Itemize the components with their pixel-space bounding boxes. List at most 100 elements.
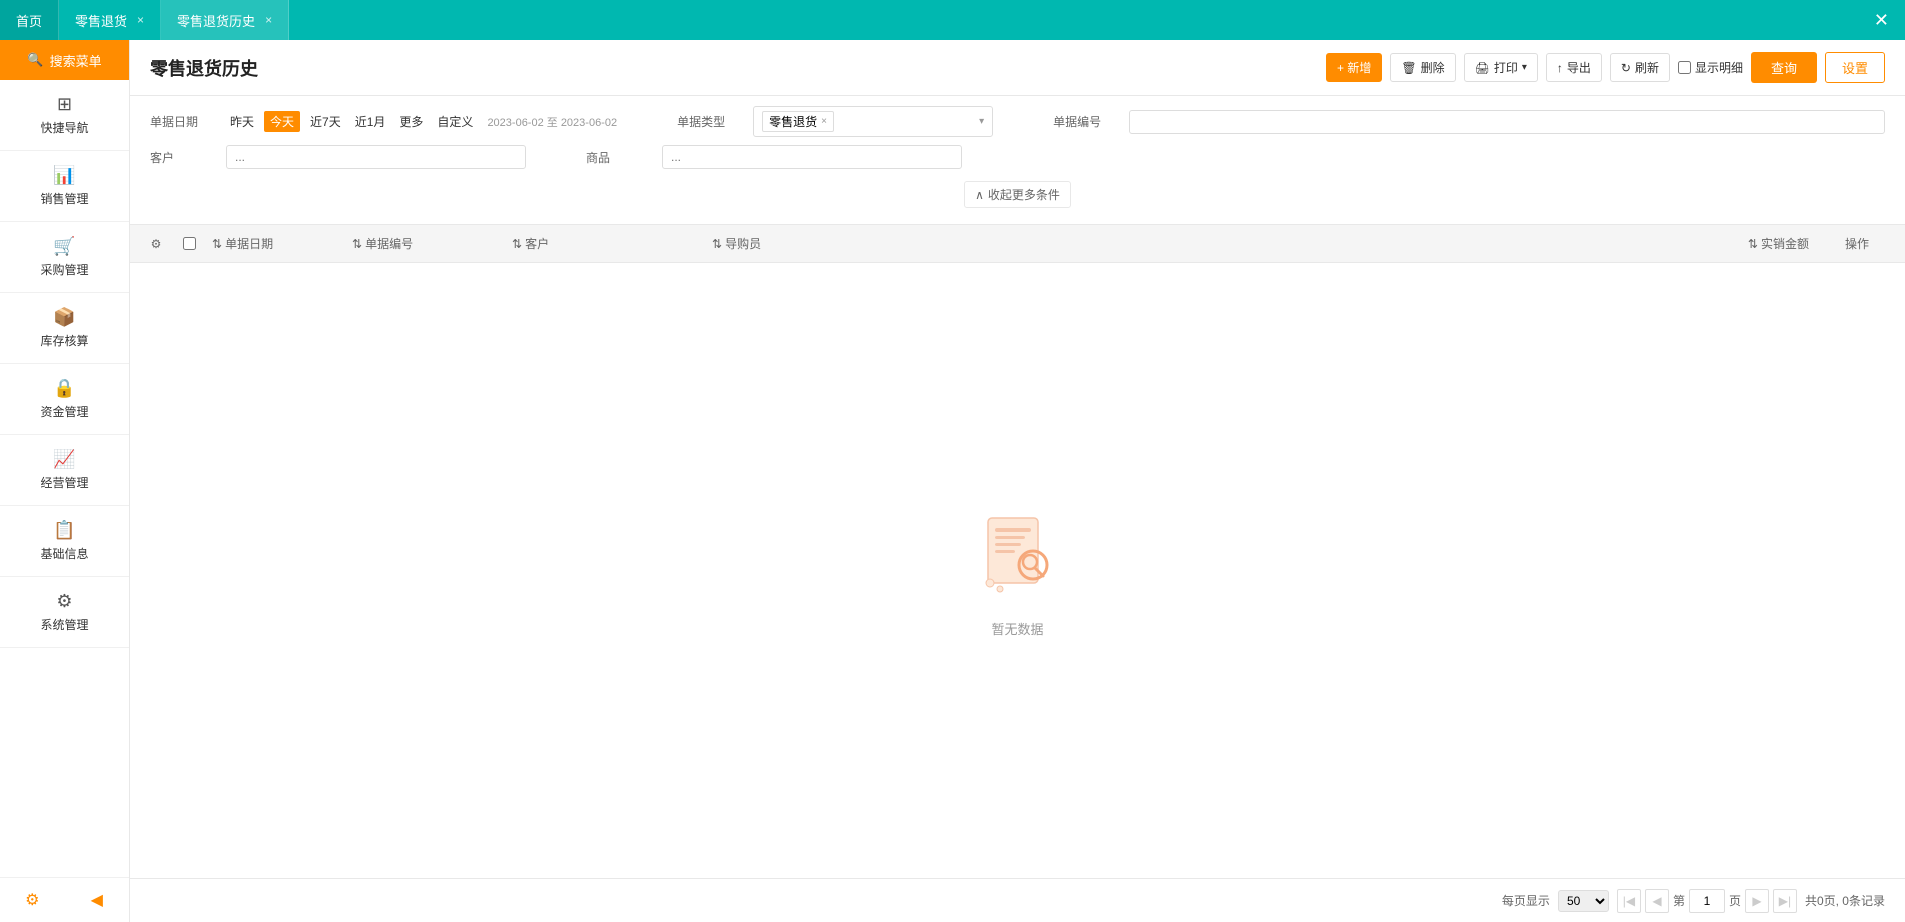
per-page-select[interactable]: 50 10 20 100 <box>1558 890 1609 912</box>
close-window-icon: ✕ <box>1874 10 1889 31</box>
sidebar-item-purchase[interactable]: 🛒 采购管理 <box>0 222 129 293</box>
print-button[interactable]: 🖨 打印 ▾ <box>1464 53 1538 82</box>
date-opt-7days[interactable]: 近7天 <box>306 111 345 132</box>
operation-icon: 📈 <box>53 449 75 470</box>
date-opt-yesterday[interactable]: 昨天 <box>226 111 258 132</box>
sidebar-item-operation-label: 经营管理 <box>40 474 88 491</box>
sidebar-item-sales[interactable]: 📊 销售管理 <box>0 151 129 222</box>
page-header: 零售退货历史 + 新增 🗑 删除 🖨 打印 ▾ ↑ 导出 <box>130 40 1905 96</box>
th-bill-no-sort: ⇅ <box>352 237 362 251</box>
last-page-button[interactable]: ▶| <box>1773 889 1797 913</box>
pagination-bar: 每页显示 50 10 20 100 |◀ ◀ 第 页 ▶ ▶| 共0页, 0条记… <box>130 878 1905 922</box>
page-title: 零售退货历史 <box>150 55 258 81</box>
goods-label: 商品 <box>586 149 642 166</box>
date-opt-1month[interactable]: 近1月 <box>351 111 390 132</box>
collapse-label: 收起更多条件 <box>988 186 1060 203</box>
table-header: ⚙ ⇅ 单据日期 ⇅ 单据编号 ⇅ 客户 ⇅ 导购员 <box>130 225 1905 263</box>
select-all-checkbox[interactable] <box>183 237 196 250</box>
page-number-input[interactable] <box>1689 889 1725 913</box>
sales-icon: 📊 <box>53 165 75 186</box>
sidebar-item-operation[interactable]: 📈 经营管理 <box>0 435 129 506</box>
tab-retail-return-label: 零售退货 <box>75 11 127 30</box>
sidebar-item-inventory-label: 库存核算 <box>40 332 88 349</box>
th-action-text: 操作 <box>1845 235 1869 252</box>
content-area: 零售退货历史 + 新增 🗑 删除 🖨 打印 ▾ ↑ 导出 <box>130 40 1905 922</box>
show-detail-checkbox-label[interactable]: 显示明细 <box>1678 59 1743 76</box>
bill-no-input[interactable] <box>1129 110 1885 134</box>
th-bill-date-label: ⇅ <box>212 237 222 251</box>
goods-input[interactable] <box>662 145 962 169</box>
sidebar-item-basic[interactable]: 📋 基础信息 <box>0 506 129 577</box>
sidebar-item-inventory[interactable]: 📦 库存核算 <box>0 293 129 364</box>
finance-icon: 🔒 <box>53 378 75 399</box>
tab-retail-return[interactable]: 零售退货 × <box>59 0 161 40</box>
tab-retail-return-close[interactable]: × <box>137 13 144 27</box>
date-opt-more[interactable]: 更多 <box>395 111 427 132</box>
first-page-button[interactable]: |◀ <box>1617 889 1641 913</box>
sidebar-item-quick-nav[interactable]: ⊞ 快捷导航 <box>0 80 129 151</box>
table-area: ⚙ ⇅ 单据日期 ⇅ 单据编号 ⇅ 客户 ⇅ 导购员 <box>130 225 1905 922</box>
sidebar-item-finance[interactable]: 🔒 资金管理 <box>0 364 129 435</box>
customer-input[interactable] <box>226 145 526 169</box>
bill-type-tag-close[interactable]: × <box>821 116 827 127</box>
th-guide-sort: ⇅ <box>712 237 722 251</box>
sidebar-search[interactable]: 🔍 搜索菜单 <box>0 40 129 80</box>
delete-button[interactable]: 🗑 删除 <box>1390 53 1455 82</box>
bill-type-select[interactable]: 零售退货 × ▾ <box>753 106 993 137</box>
collapse-button[interactable]: ∧ 收起更多条件 <box>964 181 1071 208</box>
sidebar-item-quick-nav-label: 快捷导航 <box>40 119 88 136</box>
date-opt-custom[interactable]: 自定义 <box>433 111 477 132</box>
sidebar-item-purchase-label: 采购管理 <box>40 261 88 278</box>
th-bill-no[interactable]: ⇅ 单据编号 <box>344 235 504 252</box>
th-checkbox[interactable] <box>174 237 204 250</box>
th-guide[interactable]: ⇅ 导购员 <box>704 235 854 252</box>
filter-area: 单据日期 昨天 今天 近7天 近1月 更多 自定义 2023-06-02 至 2… <box>130 96 1905 225</box>
th-settings[interactable]: ⚙ <box>138 237 174 251</box>
search-icon: 🔍 <box>27 52 43 68</box>
th-customer-text: 客户 <box>525 235 549 252</box>
th-amount[interactable]: ⇅ 实销金额 <box>1697 235 1817 252</box>
bill-date-label: 单据日期 <box>150 113 206 130</box>
new-button[interactable]: + 新增 <box>1326 53 1382 82</box>
sidebar-bottom: ⚙ ◀ <box>0 877 129 922</box>
tab-retail-return-history-close[interactable]: × <box>265 13 272 27</box>
tab-retail-return-history[interactable]: 零售退货历史 × <box>161 0 289 40</box>
th-customer-sort: ⇅ <box>512 237 522 251</box>
purchase-icon: 🛒 <box>53 236 75 257</box>
sidebar-settings-button[interactable]: ⚙ <box>0 878 65 922</box>
per-page-label: 每页显示 <box>1502 892 1550 909</box>
refresh-icon: ↻ <box>1621 61 1631 75</box>
sidebar-item-system[interactable]: ⚙ 系统管理 <box>0 577 129 648</box>
page-suffix: 页 <box>1729 892 1741 909</box>
delete-icon: 🗑 <box>1401 61 1416 75</box>
th-action: 操作 <box>1817 235 1897 252</box>
basic-icon: 📋 <box>53 520 75 541</box>
sidebar: 🔍 搜索菜单 ⊞ 快捷导航 📊 销售管理 🛒 采购管理 📦 库存核算 🔒 资金管… <box>0 40 130 922</box>
setting-button[interactable]: 设置 <box>1825 52 1885 83</box>
tab-home[interactable]: 首页 <box>0 0 59 40</box>
empty-icon <box>968 503 1068 603</box>
filter-row-2: 客户 商品 <box>150 145 1885 169</box>
page-title-row: 零售退货历史 + 新增 🗑 删除 🖨 打印 ▾ ↑ 导出 <box>150 52 1885 83</box>
th-bill-date[interactable]: ⇅ 单据日期 <box>204 235 344 252</box>
inventory-icon: 📦 <box>53 307 75 328</box>
sidebar-collapse-button[interactable]: ◀ <box>65 878 130 922</box>
close-window-button[interactable]: ✕ <box>1858 0 1905 40</box>
bill-type-label: 单据类型 <box>677 113 733 130</box>
refresh-button[interactable]: ↻ 刷新 <box>1610 53 1670 82</box>
query-button[interactable]: 查询 <box>1751 52 1817 83</box>
show-detail-checkbox[interactable] <box>1678 61 1691 74</box>
customer-label: 客户 <box>150 149 206 166</box>
print-dropdown-icon: ▾ <box>1522 62 1527 73</box>
main-layout: 🔍 搜索菜单 ⊞ 快捷导航 📊 销售管理 🛒 采购管理 📦 库存核算 🔒 资金管… <box>0 40 1905 922</box>
prev-page-button[interactable]: ◀ <box>1645 889 1669 913</box>
sidebar-item-finance-label: 资金管理 <box>40 403 88 420</box>
next-page-button[interactable]: ▶ <box>1745 889 1769 913</box>
bill-type-tag-text: 零售退货 <box>769 113 817 130</box>
date-opt-today[interactable]: 今天 <box>264 111 300 132</box>
th-bill-no-text: 单据编号 <box>365 235 413 252</box>
th-customer[interactable]: ⇅ 客户 <box>504 235 704 252</box>
export-button[interactable]: ↑ 导出 <box>1546 53 1602 82</box>
filter-row-1: 单据日期 昨天 今天 近7天 近1月 更多 自定义 2023-06-02 至 2… <box>150 106 1885 137</box>
empty-text: 暂无数据 <box>991 619 1043 638</box>
